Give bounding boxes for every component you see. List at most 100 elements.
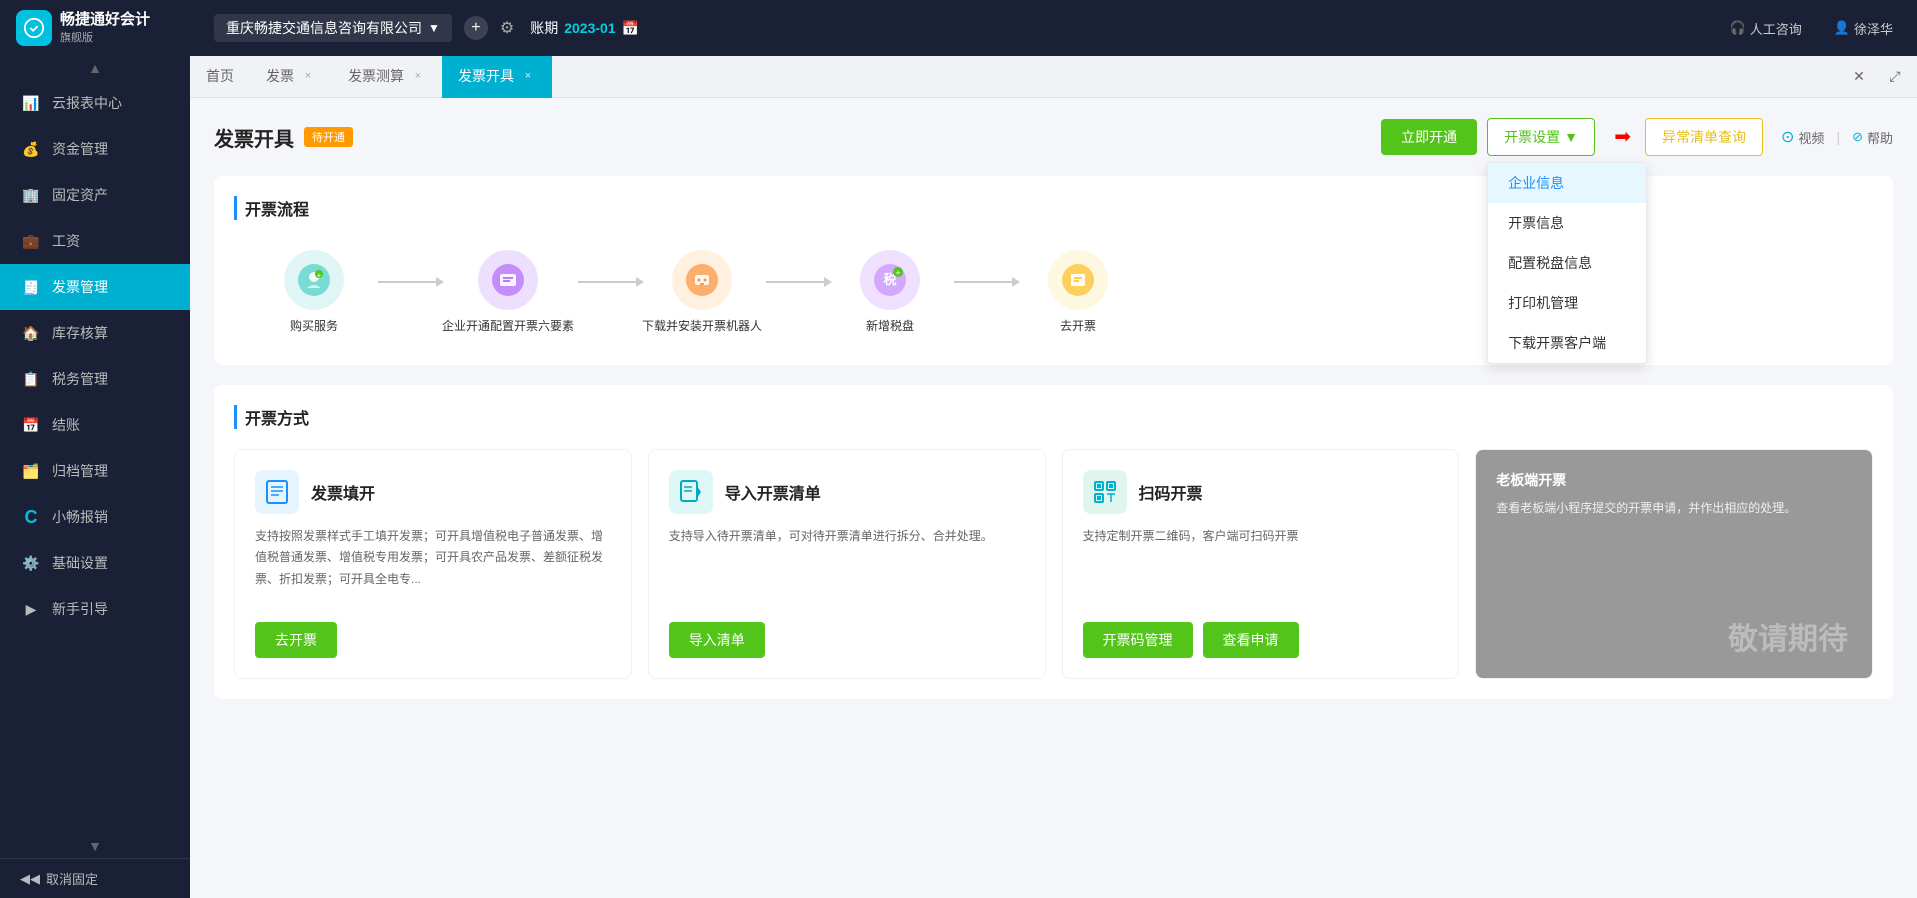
settings-btn-label: 开票设置	[1504, 127, 1560, 147]
method-section-title: 开票方式	[234, 405, 1873, 429]
tab-invoice-calc[interactable]: 发票测算 ×	[332, 56, 442, 98]
report-sales-icon: C	[20, 506, 42, 528]
question-icon: ⊘	[1852, 129, 1863, 145]
scan-code-apply-btn[interactable]: 查看申请	[1203, 622, 1299, 658]
sidebar-item-tax-mgmt[interactable]: 📋 税务管理	[0, 356, 190, 402]
sidebar-scroll-down[interactable]: ▼	[0, 834, 190, 858]
tab-invoice[interactable]: 发票 ×	[250, 56, 332, 98]
period-area: 账期 2023-01 📅	[530, 18, 639, 38]
sidebar-label-report-sales: 小畅报销	[52, 507, 108, 527]
sidebar-item-archive[interactable]: 🗂️ 归档管理	[0, 448, 190, 494]
ai-consult-label: 人工咨询	[1750, 19, 1802, 38]
period-label: 账期	[530, 18, 558, 38]
tab-invoice-issue-label: 发票开具	[458, 66, 514, 86]
tab-close-btn[interactable]: ✕	[1845, 63, 1873, 91]
main-area: ▲ 📊 云报表中心 💰 资金管理 🏢 固定资产 💼 工资 🧾 发票管理	[0, 56, 1917, 898]
gear-icon: ⚙	[500, 18, 514, 38]
page-header: 发票开具 待开通 立即开通 开票设置 ▼ 企业信息	[214, 118, 1893, 156]
sidebar-item-fund-mgmt[interactable]: 💰 资金管理	[0, 126, 190, 172]
sidebar-item-cloud-report[interactable]: 📊 云报表中心	[0, 80, 190, 126]
method-card-boss-issue: 老板端开票 查看老板端小程序提交的开票申请，并作出相应的处理。 敬请期待	[1475, 449, 1873, 679]
svg-text:+: +	[317, 271, 322, 280]
add-company-icon[interactable]: +	[464, 16, 488, 40]
activate-btn[interactable]: 立即开通	[1381, 119, 1477, 155]
sidebar-item-guide[interactable]: ▶ 新手引导	[0, 586, 190, 632]
page-title-area: 发票开具 待开通	[214, 123, 353, 152]
sidebar-label-accounting: 结账	[52, 415, 80, 435]
arrow-indicator: ➡	[1614, 124, 1631, 149]
sidebar-item-payroll[interactable]: 💼 工资	[0, 218, 190, 264]
inventory-icon: 🏠	[20, 322, 42, 344]
cancel-fixed-label: 取消固定	[46, 869, 98, 888]
method-card-import-list-header: 导入开票清单	[669, 470, 1025, 514]
logo-subtitle: 旗舰版	[60, 29, 150, 45]
boss-issue-desc: 查看老板端小程序提交的开票申请，并作出相应的处理。	[1496, 498, 1852, 518]
dropdown-item-tax-disk[interactable]: 配置税盘信息	[1488, 243, 1646, 283]
page-title: 发票开具	[214, 123, 294, 152]
building-icon: 🏢	[20, 184, 42, 206]
tab-invoice-issue[interactable]: 发票开具 ×	[442, 56, 552, 98]
company-name: 重庆畅捷交通信息咨询有限公司	[226, 18, 422, 38]
period-value: 2023-01	[564, 20, 615, 36]
settings-dropdown-wrapper: 开票设置 ▼ 企业信息 开票信息 配置税盘信息 打印机管理 下载开票客户端	[1487, 118, 1595, 156]
tab-bar-end: ✕ ⤢	[1845, 63, 1917, 91]
exception-btn[interactable]: 异常清单查询	[1645, 118, 1763, 156]
tab-home-label: 首页	[206, 66, 234, 86]
headset-icon: 🎧	[1730, 20, 1746, 36]
go-issue-label: 去开票	[1060, 318, 1096, 335]
import-list-desc: 支持导入待开票清单，可对待开票清单进行拆分、合并处理。	[669, 526, 1025, 606]
help-btn[interactable]: ⊘ 帮助	[1852, 128, 1893, 147]
media-btns: ⊙ 视频 | ⊘ 帮助	[1781, 127, 1893, 147]
method-cards: 发票填开 支持按照发票样式手工填开发票；可开具增值税电子普通发票、增值税普通发票…	[234, 449, 1873, 679]
settings-btn[interactable]: ⚙	[500, 18, 514, 38]
sidebar-label-fund-mgmt: 资金管理	[52, 139, 108, 159]
dropdown-item-download-client[interactable]: 下载开票客户端	[1488, 323, 1646, 363]
tab-invoice-issue-close[interactable]: ×	[520, 68, 536, 84]
logo-text-block: 畅捷通好会计 旗舰版	[60, 11, 150, 45]
calendar-icon[interactable]: 📅	[622, 20, 639, 37]
import-list-btn[interactable]: 导入清单	[669, 622, 765, 658]
import-list-icon	[669, 470, 713, 514]
dropdown-item-invoice-info[interactable]: 开票信息	[1488, 203, 1646, 243]
method-section: 开票方式	[214, 385, 1893, 699]
sidebar-item-inventory[interactable]: 🏠 库存核算	[0, 310, 190, 356]
ai-consult-btn[interactable]: 🎧 人工咨询	[1722, 15, 1810, 42]
sidebar-label-archive: 归档管理	[52, 461, 108, 481]
scan-code-mgmt-btn[interactable]: 开票码管理	[1083, 622, 1193, 658]
sidebar-label-payroll: 工资	[52, 231, 80, 251]
user-profile-btn[interactable]: 👤 徐泽华	[1826, 15, 1901, 42]
sidebar-item-accounting[interactable]: 📅 结账	[0, 402, 190, 448]
sidebar-item-report-sales[interactable]: C 小畅报销	[0, 494, 190, 540]
manual-fill-icon	[255, 470, 299, 514]
flow-step-go-issue: 去开票	[1018, 250, 1138, 335]
sidebar-scroll-up[interactable]: ▲	[0, 56, 190, 80]
step-divider-1	[378, 281, 438, 283]
step-divider-2	[578, 281, 638, 283]
tab-maximize-btn[interactable]: ⤢	[1881, 63, 1909, 91]
buy-service-icon: +	[284, 250, 344, 310]
tab-invoice-calc-close[interactable]: ×	[410, 68, 426, 84]
settings-btn[interactable]: 开票设置 ▼	[1487, 118, 1595, 156]
video-btn[interactable]: ⊙ 视频	[1781, 127, 1824, 147]
add-btn[interactable]: +	[464, 16, 488, 40]
scan-code-desc: 支持定制开票二维码，客户端可扫码开票	[1083, 526, 1439, 606]
tab-home[interactable]: 首页	[190, 56, 250, 98]
dropdown-item-printer[interactable]: 打印机管理	[1488, 283, 1646, 323]
sidebar-label-invoice-mgmt: 发票管理	[52, 277, 108, 297]
user-name: 徐泽华	[1854, 19, 1893, 38]
tab-invoice-label: 发票	[266, 66, 294, 86]
sidebar-cancel-fixed[interactable]: ◀◀ 取消固定	[0, 858, 190, 898]
sidebar-item-fixed-assets[interactable]: 🏢 固定资产	[0, 172, 190, 218]
sidebar-label-settings: 基础设置	[52, 553, 108, 573]
chart-icon: 📊	[20, 92, 42, 114]
logo-area: 畅捷通好会计 旗舰版	[16, 10, 206, 46]
logo-title: 畅捷通好会计	[60, 11, 150, 29]
company-selector[interactable]: 重庆畅捷交通信息咨询有限公司 ▼	[214, 14, 452, 42]
dropdown-item-company-info[interactable]: 企业信息	[1488, 163, 1646, 203]
flow-step-config-enterprise: 企业开通配置开票六要素	[442, 250, 574, 335]
tab-invoice-close[interactable]: ×	[300, 68, 316, 84]
sidebar-item-invoice-mgmt[interactable]: 🧾 发票管理	[0, 264, 190, 310]
fund-icon: 💰	[20, 138, 42, 160]
manual-fill-btn[interactable]: 去开票	[255, 622, 337, 658]
sidebar-item-settings[interactable]: ⚙️ 基础设置	[0, 540, 190, 586]
